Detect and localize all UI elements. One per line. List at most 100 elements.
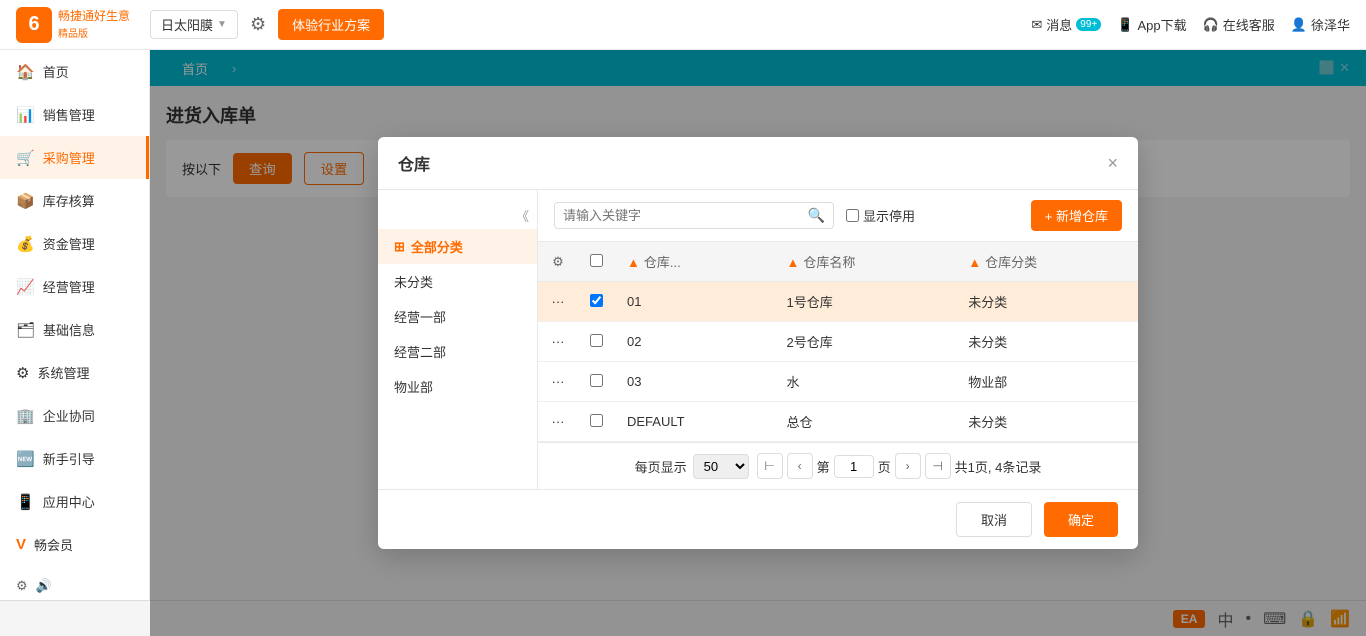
- row-category: 未分类: [956, 282, 1138, 322]
- cat-item-prop[interactable]: 物业部: [378, 369, 537, 404]
- headset-icon: 🎧: [1203, 17, 1219, 33]
- add-warehouse-btn[interactable]: + 新增仓库: [1031, 200, 1122, 231]
- user-menu[interactable]: 👤 徐泽华: [1291, 15, 1350, 34]
- trending-icon: 📈: [16, 278, 35, 296]
- online-service-btn[interactable]: 🎧 在线客服: [1203, 15, 1275, 34]
- more-icon[interactable]: ···: [552, 374, 565, 389]
- row-category: 未分类: [956, 322, 1138, 362]
- row-checkbox-input[interactable]: [590, 294, 603, 307]
- row-checkbox[interactable]: [578, 322, 615, 362]
- cat-item-all[interactable]: ⊞ 全部分类: [378, 229, 537, 264]
- th-name[interactable]: ▲仓库名称: [775, 242, 957, 282]
- row-actions[interactable]: ···: [538, 282, 578, 322]
- app-name: 畅捷通好生意: [58, 9, 130, 25]
- prev-page-btn[interactable]: ‹: [787, 453, 813, 479]
- member-icon: V: [16, 536, 26, 553]
- th-code-label: 仓库...: [644, 255, 681, 270]
- search-input[interactable]: [563, 208, 802, 223]
- row-category: 未分类: [956, 402, 1138, 442]
- table-row[interactable]: ··· DEFAULT 总仓 未分类: [538, 402, 1138, 442]
- username: 徐泽华: [1311, 15, 1350, 34]
- category-sidebar: 《 ⊞ 全部分类 未分类 经营一部 经营二部 物业部: [378, 190, 538, 489]
- modal-close-icon[interactable]: ×: [1107, 153, 1118, 174]
- row-checkbox[interactable]: [578, 362, 615, 402]
- th-category[interactable]: ▲仓库分类: [956, 242, 1138, 282]
- settings-icon[interactable]: ⚙: [250, 14, 266, 35]
- logo-text-group: 畅捷通好生意 精品版: [58, 9, 130, 40]
- row-code: 03: [615, 362, 775, 402]
- next-page-btn[interactable]: ›: [895, 453, 921, 479]
- row-checkbox[interactable]: [578, 402, 615, 442]
- per-page-selector: 每页显示 50 100: [635, 454, 749, 479]
- cat-item-op2[interactable]: 经营二部: [378, 334, 537, 369]
- disabled-checkbox-label: 显示停用: [863, 206, 915, 225]
- row-actions[interactable]: ···: [538, 402, 578, 442]
- warehouse-table: ⚙ ▲仓库... ▲仓库名称 ▲仓库分类 ··· 01 1号仓库 未分类 ···…: [538, 242, 1138, 442]
- logo-icon: 6: [16, 7, 52, 43]
- sidebar-item-purchase[interactable]: 🛒 采购管理: [0, 136, 149, 179]
- first-page-btn[interactable]: ⊢: [757, 453, 783, 479]
- more-icon[interactable]: ···: [552, 414, 565, 429]
- modal-title: 仓库: [398, 151, 430, 175]
- sidebar-item-stock[interactable]: 📦 库存核算: [0, 179, 149, 222]
- sidebar-label-app: 应用中心: [43, 492, 95, 511]
- cancel-button[interactable]: 取消: [956, 502, 1032, 537]
- more-icon[interactable]: ···: [552, 294, 565, 309]
- show-disabled-checkbox[interactable]: 显示停用: [846, 206, 915, 225]
- table-area: 🔍 显示停用 + 新增仓库 ⚙: [538, 190, 1138, 489]
- th-code[interactable]: ▲仓库...: [615, 242, 775, 282]
- cat-label-op1: 经营一部: [394, 307, 446, 326]
- last-page-btn[interactable]: ⊣: [925, 453, 951, 479]
- modal-body: 《 ⊞ 全部分类 未分类 经营一部 经营二部 物业部: [378, 190, 1138, 489]
- select-all-checkbox[interactable]: [590, 254, 603, 267]
- sidebar-item-member[interactable]: V 畅会员: [0, 523, 149, 566]
- row-checkbox-input[interactable]: [590, 414, 603, 427]
- row-actions[interactable]: ···: [538, 362, 578, 402]
- cat-label-prop: 物业部: [394, 377, 433, 396]
- table-row[interactable]: ··· 03 水 物业部: [538, 362, 1138, 402]
- sidebar-item-system[interactable]: ⚙ 系统管理: [0, 351, 149, 394]
- sidebar-item-enterprise[interactable]: 🏢 企业协同: [0, 394, 149, 437]
- sidebar-item-app[interactable]: 📱 应用中心: [0, 480, 149, 523]
- cat-item-none[interactable]: 未分类: [378, 264, 537, 299]
- msg-badge: 99+: [1076, 18, 1101, 31]
- new-icon: 🆕: [16, 450, 35, 468]
- sidebar-item-operation[interactable]: 📈 经营管理: [0, 265, 149, 308]
- phone-icon: 📱: [1117, 17, 1133, 33]
- cat-item-op1[interactable]: 经营一部: [378, 299, 537, 334]
- row-checkbox-input[interactable]: [590, 374, 603, 387]
- per-page-select[interactable]: 50 100: [693, 454, 749, 479]
- page-input[interactable]: [834, 455, 874, 478]
- row-code: 02: [615, 322, 775, 362]
- row-name: 总仓: [775, 402, 957, 442]
- disabled-checkbox-input[interactable]: [846, 209, 859, 222]
- table-row[interactable]: ··· 02 2号仓库 未分类: [538, 322, 1138, 362]
- sidebar-label-finance: 资金管理: [43, 234, 95, 253]
- sidebar: 🏠 首页 📊 销售管理 🛒 采购管理 📦 库存核算 💰 资金管理 📈 经营管理 …: [0, 50, 150, 636]
- more-icon[interactable]: ···: [552, 334, 565, 349]
- sidebar-toggle-icon[interactable]: 《: [378, 202, 537, 229]
- th-category-label: 仓库分类: [985, 255, 1037, 270]
- confirm-button[interactable]: 确定: [1044, 502, 1118, 537]
- sidebar-item-home[interactable]: 🏠 首页: [0, 50, 149, 93]
- row-checkbox[interactable]: [578, 282, 615, 322]
- table-row[interactable]: ··· 01 1号仓库 未分类: [538, 282, 1138, 322]
- exp-btn[interactable]: 体验行业方案: [278, 9, 384, 40]
- message-btn[interactable]: ✉ 消息 99+: [1031, 15, 1101, 34]
- sidebar-label-operation: 经营管理: [43, 277, 95, 296]
- sidebar-item-guide[interactable]: 🆕 新手引导: [0, 437, 149, 480]
- topbar: 6 畅捷通好生意 精品版 日太阳膜 ▼ ⚙ 体验行业方案 ✉ 消息 99+ 📱 …: [0, 0, 1366, 50]
- app-download-btn[interactable]: 📱 App下载: [1117, 15, 1186, 34]
- row-actions[interactable]: ···: [538, 322, 578, 362]
- page-label: 第: [817, 457, 830, 476]
- th-checkbox: [578, 242, 615, 282]
- row-checkbox-input[interactable]: [590, 334, 603, 347]
- sidebar-item-finance[interactable]: 💰 资金管理: [0, 222, 149, 265]
- company-selector[interactable]: 日太阳膜 ▼: [150, 10, 238, 39]
- sidebar-label-sales: 销售管理: [43, 105, 95, 124]
- grid-icon: ⊞: [394, 239, 405, 255]
- sidebar-item-sales[interactable]: 📊 销售管理: [0, 93, 149, 136]
- sidebar-item-basic[interactable]: 🗂 基础信息: [0, 308, 149, 351]
- company-name: 日太阳膜: [161, 15, 213, 34]
- pagination: 每页显示 50 100 ⊢ ‹ 第 页 › ⊣ 共1页: [538, 442, 1138, 489]
